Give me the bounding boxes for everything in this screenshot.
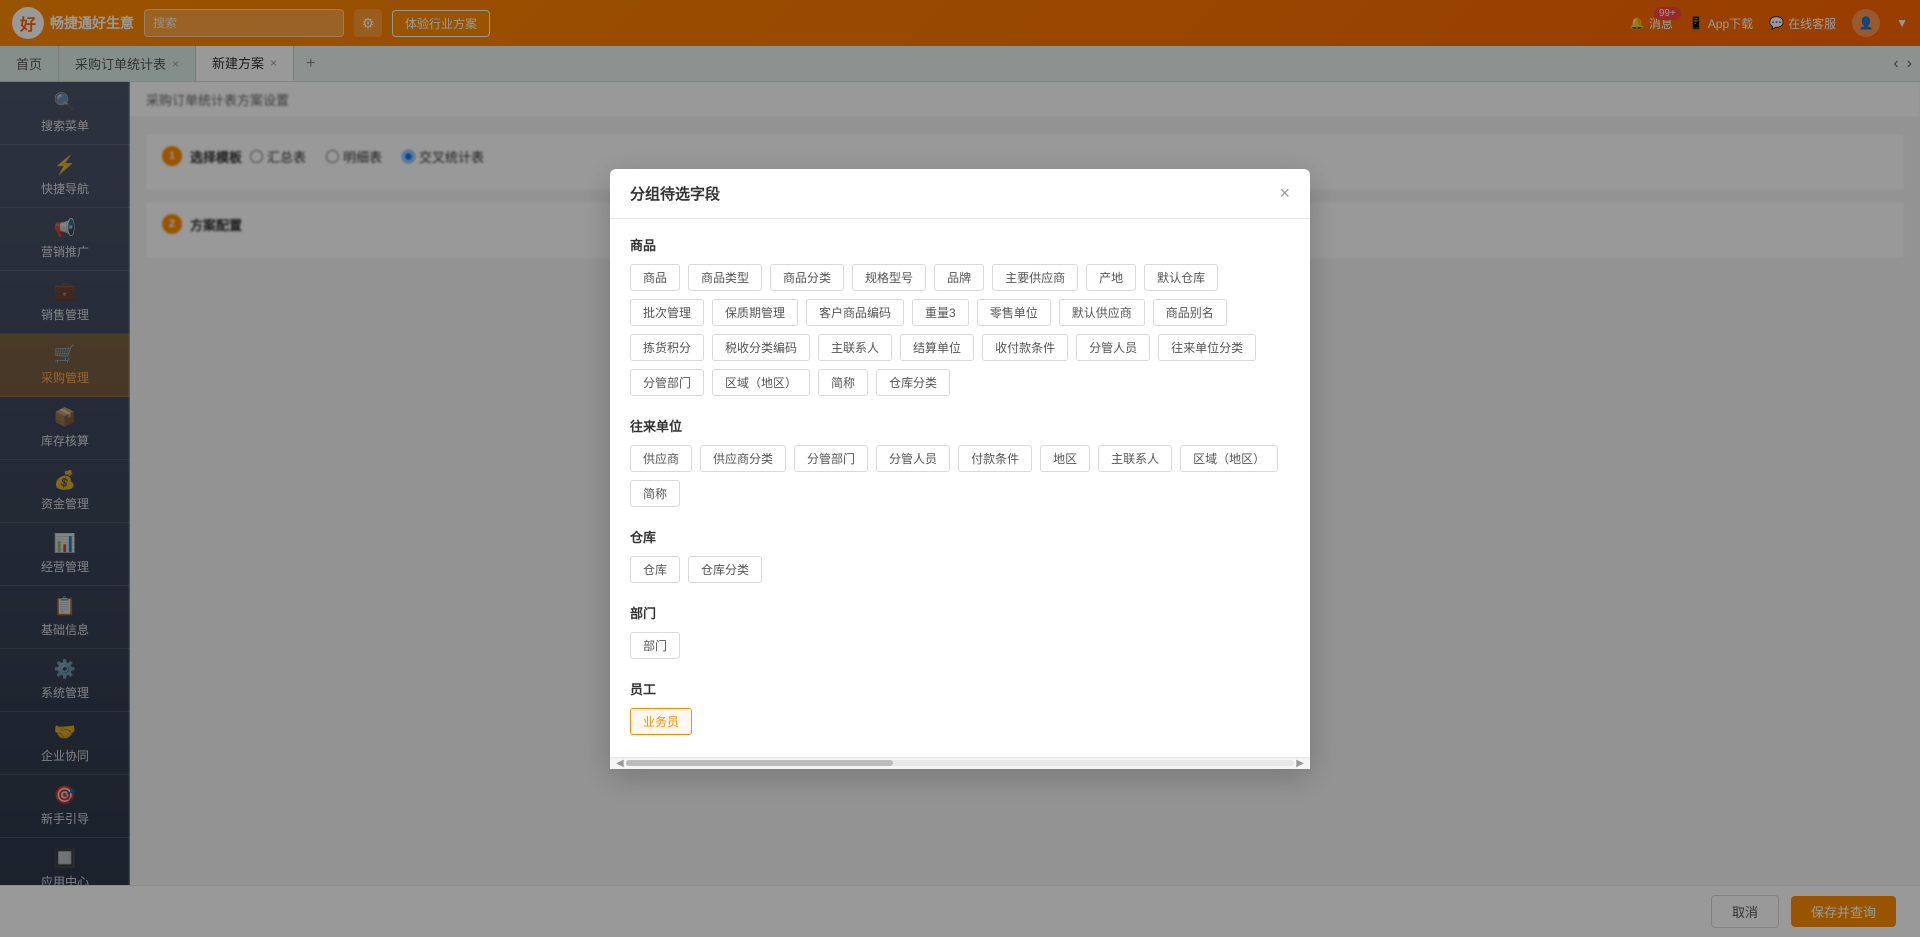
section-employee-fields: 业务员	[630, 708, 1290, 735]
field-person-manage[interactable]: 分管人员	[876, 445, 950, 472]
field-batch-mgmt[interactable]: 批次管理	[630, 299, 704, 326]
section-employee-title: 员工	[630, 679, 1290, 698]
field-dept-manage[interactable]: 分管部门	[794, 445, 868, 472]
hscroll-thumb	[626, 760, 893, 766]
section-partner: 往来单位 供应商 供应商分类 分管部门 分管人员 付款条件 地区 主联系人 区域…	[630, 416, 1290, 507]
field-customer-code[interactable]: 客户商品编码	[806, 299, 904, 326]
dialog-body[interactable]: 商品 商品 商品类型 商品分类 规格型号 品牌 主要供应商 产地 默认仓库 批次…	[610, 219, 1310, 757]
dialog-close-button[interactable]: ×	[1279, 184, 1290, 202]
section-department-title: 部门	[630, 603, 1290, 622]
field-payment-condition[interactable]: 付款条件	[958, 445, 1032, 472]
section-employee: 员工 业务员	[630, 679, 1290, 735]
modal-overlay: 分组待选字段 × 商品 商品 商品类型 商品分类 规格型号 品牌 主要供应商 产…	[0, 0, 1920, 937]
field-salesperson[interactable]: 业务员	[630, 708, 692, 735]
section-warehouse-fields: 仓库 仓库分类	[630, 556, 1290, 583]
field-area[interactable]: 地区	[1040, 445, 1090, 472]
field-product-type[interactable]: 商品类型	[688, 264, 762, 291]
section-department-fields: 部门	[630, 632, 1290, 659]
field-product-alias[interactable]: 商品别名	[1153, 299, 1227, 326]
field-brand[interactable]: 品牌	[934, 264, 984, 291]
field-product-category[interactable]: 商品分类	[770, 264, 844, 291]
field-spec-model[interactable]: 规格型号	[852, 264, 926, 291]
field-settle-unit[interactable]: 结算单位	[900, 334, 974, 361]
field-region2[interactable]: 区域（地区）	[1180, 445, 1278, 472]
section-warehouse-title: 仓库	[630, 527, 1290, 546]
field-tax-code[interactable]: 税收分类编码	[712, 334, 810, 361]
field-main-contact[interactable]: 主联系人	[818, 334, 892, 361]
section-partner-fields: 供应商 供应商分类 分管部门 分管人员 付款条件 地区 主联系人 区域（地区） …	[630, 445, 1290, 507]
field-pick-points[interactable]: 拣货积分	[630, 334, 704, 361]
field-retail-unit[interactable]: 零售单位	[977, 299, 1051, 326]
field-main-contact2[interactable]: 主联系人	[1098, 445, 1172, 472]
field-select-dialog: 分组待选字段 × 商品 商品 商品类型 商品分类 规格型号 品牌 主要供应商 产…	[610, 169, 1310, 769]
section-partner-title: 往来单位	[630, 416, 1290, 435]
field-short-name[interactable]: 简称	[818, 369, 868, 396]
field-partner-category[interactable]: 往来单位分类	[1158, 334, 1256, 361]
field-weight3[interactable]: 重量3	[912, 299, 969, 326]
field-supplier-category[interactable]: 供应商分类	[700, 445, 786, 472]
field-expiry-mgmt[interactable]: 保质期管理	[712, 299, 798, 326]
field-default-warehouse[interactable]: 默认仓库	[1144, 264, 1218, 291]
section-department: 部门 部门	[630, 603, 1290, 659]
field-supplier[interactable]: 供应商	[630, 445, 692, 472]
section-product-title: 商品	[630, 235, 1290, 254]
section-product: 商品 商品 商品类型 商品分类 规格型号 品牌 主要供应商 产地 默认仓库 批次…	[630, 235, 1290, 396]
hscroll-right-arrow[interactable]: ▶	[1294, 758, 1306, 769]
field-manage-dept[interactable]: 分管部门	[630, 369, 704, 396]
hscroll-track	[626, 760, 1295, 766]
dialog-title: 分组待选字段	[630, 183, 720, 204]
field-supervisor[interactable]: 分管人员	[1076, 334, 1150, 361]
field-main-supplier[interactable]: 主要供应商	[992, 264, 1078, 291]
dialog-horizontal-scrollbar[interactable]: ◀ ▶	[610, 757, 1310, 769]
field-department[interactable]: 部门	[630, 632, 680, 659]
field-warehouse-category[interactable]: 仓库分类	[876, 369, 950, 396]
field-region-area[interactable]: 区域（地区）	[712, 369, 810, 396]
hscroll-left-arrow[interactable]: ◀	[614, 758, 626, 769]
section-warehouse: 仓库 仓库 仓库分类	[630, 527, 1290, 583]
field-warehouse[interactable]: 仓库	[630, 556, 680, 583]
field-short-name2[interactable]: 简称	[630, 480, 680, 507]
section-product-fields: 商品 商品类型 商品分类 规格型号 品牌 主要供应商 产地 默认仓库 批次管理 …	[630, 264, 1290, 396]
dialog-header: 分组待选字段 ×	[610, 169, 1310, 219]
field-default-supplier[interactable]: 默认供应商	[1059, 299, 1145, 326]
field-origin[interactable]: 产地	[1086, 264, 1136, 291]
field-warehouse-cat[interactable]: 仓库分类	[688, 556, 762, 583]
field-product[interactable]: 商品	[630, 264, 680, 291]
field-payment-terms[interactable]: 收付款条件	[982, 334, 1068, 361]
